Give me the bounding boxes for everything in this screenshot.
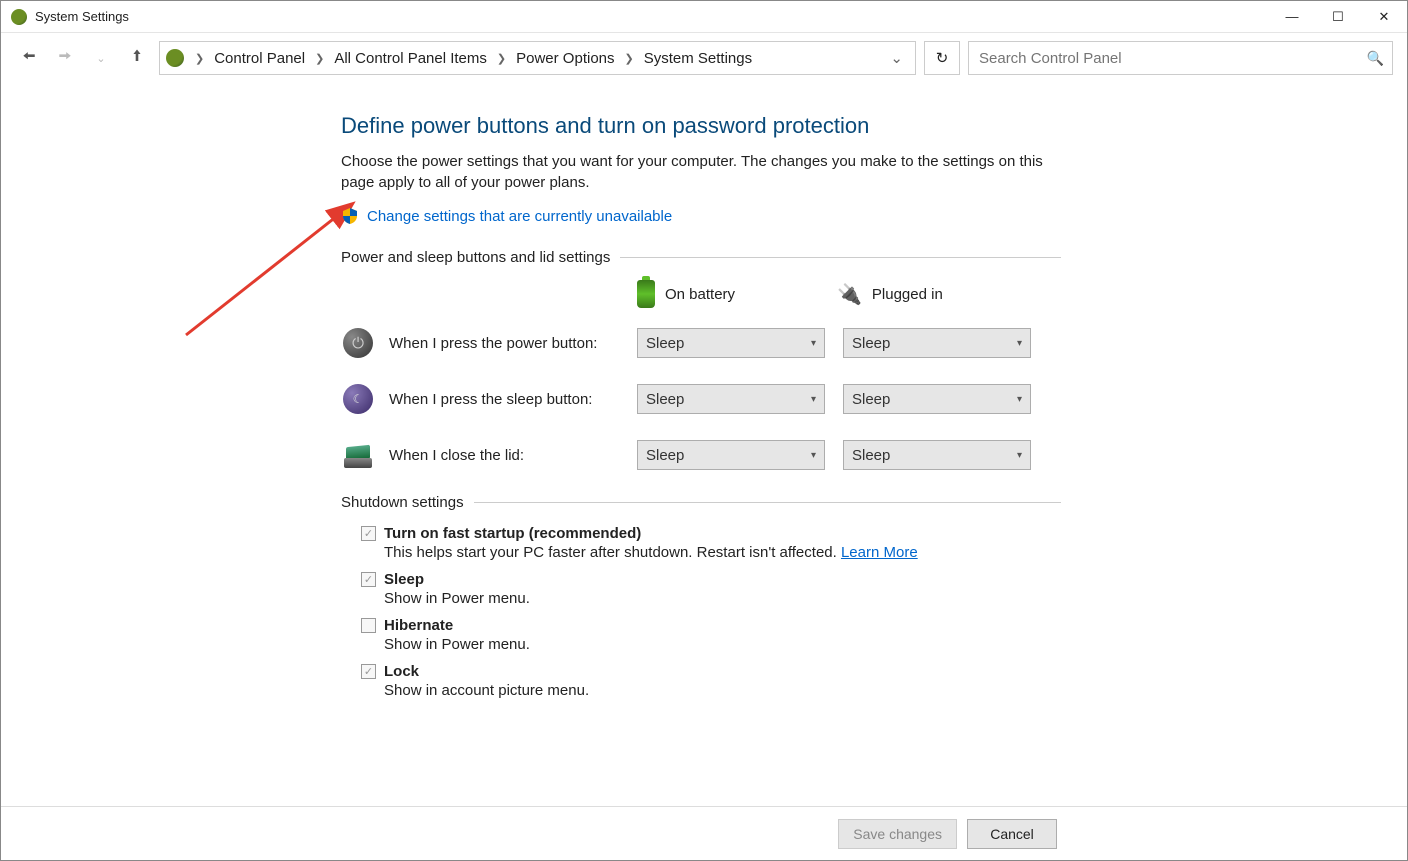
- row-close-lid: When I close the lid: Sleep▾ Sleep▾: [341, 438, 1061, 472]
- change-unavailable-settings-link[interactable]: Change settings that are currently unava…: [367, 208, 672, 225]
- lock-label: Lock: [384, 663, 419, 680]
- section-power-buttons: Power and sleep buttons and lid settings: [341, 249, 1061, 266]
- back-button[interactable]: 🠨: [15, 44, 43, 72]
- annotation-arrow: [176, 195, 366, 345]
- row-power-button: ⏻ When I press the power button: Sleep▾ …: [341, 326, 1061, 360]
- shield-icon: [341, 207, 359, 225]
- row-label: When I press the sleep button:: [389, 391, 637, 408]
- option-hibernate: Hibernate Show in Power menu.: [361, 617, 1061, 653]
- battery-icon: [637, 280, 655, 308]
- lock-checkbox[interactable]: [361, 664, 376, 679]
- sleep-desc: Show in Power menu.: [384, 590, 1061, 607]
- plug-icon: 🔌: [837, 282, 862, 307]
- hibernate-label: Hibernate: [384, 617, 453, 634]
- maximize-button[interactable]: ☐: [1315, 1, 1361, 33]
- divider: [620, 257, 1061, 258]
- sleep-button-battery-select[interactable]: Sleep▾: [637, 384, 825, 414]
- location-icon: [166, 49, 184, 67]
- row-label: When I press the power button:: [389, 335, 637, 352]
- lid-icon: [341, 438, 375, 472]
- address-bar[interactable]: ❯ Control Panel ❯ All Control Panel Item…: [159, 41, 916, 75]
- uac-link-row: Change settings that are currently unava…: [341, 207, 1061, 225]
- option-sleep: Sleep Show in Power menu.: [361, 571, 1061, 607]
- save-changes-button[interactable]: Save changes: [838, 819, 957, 849]
- search-icon: 🔍: [1367, 50, 1384, 67]
- hibernate-checkbox[interactable]: [361, 618, 376, 633]
- search-input[interactable]: [977, 49, 1367, 68]
- breadcrumb-item[interactable]: System Settings: [641, 50, 755, 67]
- recent-locations-button[interactable]: ⌄: [87, 44, 115, 72]
- window-titlebar: System Settings — ☐ ✕: [1, 1, 1407, 33]
- option-fast-startup: Turn on fast startup (recommended) This …: [361, 525, 1061, 561]
- lid-plugged-select[interactable]: Sleep▾: [843, 440, 1031, 470]
- column-on-battery: On battery: [637, 280, 837, 308]
- up-button[interactable]: 🠩: [123, 44, 151, 72]
- column-plugged-in: 🔌 Plugged in: [837, 282, 1037, 307]
- sleep-button-plugged-select[interactable]: Sleep▾: [843, 384, 1031, 414]
- search-box[interactable]: 🔍: [968, 41, 1393, 75]
- power-button-icon: ⏻: [341, 326, 375, 360]
- lid-battery-select[interactable]: Sleep▾: [637, 440, 825, 470]
- footer: Save changes Cancel: [1, 806, 1407, 860]
- sleep-label: Sleep: [384, 571, 424, 588]
- divider: [474, 502, 1061, 503]
- window-title: System Settings: [35, 9, 129, 24]
- minimize-button[interactable]: —: [1269, 1, 1315, 33]
- sleep-button-icon: ☾: [341, 382, 375, 416]
- breadcrumb-item[interactable]: Power Options: [513, 50, 617, 67]
- column-headers: On battery 🔌 Plugged in: [341, 280, 1061, 308]
- chevron-icon: ❯: [312, 52, 327, 65]
- chevron-icon: ❯: [192, 52, 207, 65]
- learn-more-link[interactable]: Learn More: [841, 544, 918, 561]
- fast-startup-checkbox[interactable]: [361, 526, 376, 541]
- row-sleep-button: ☾ When I press the sleep button: Sleep▾ …: [341, 382, 1061, 416]
- power-button-plugged-select[interactable]: Sleep▾: [843, 328, 1031, 358]
- breadcrumb-item[interactable]: Control Panel: [211, 50, 308, 67]
- power-button-battery-select[interactable]: Sleep▾: [637, 328, 825, 358]
- address-dropdown[interactable]: ⌄: [884, 49, 909, 67]
- hibernate-desc: Show in Power menu.: [384, 636, 1061, 653]
- window-controls: — ☐ ✕: [1269, 1, 1407, 33]
- section-shutdown-settings: Shutdown settings: [341, 494, 1061, 511]
- content-area: Define power buttons and turn on passwor…: [1, 83, 1407, 806]
- fast-startup-desc: This helps start your PC faster after sh…: [384, 544, 841, 561]
- cancel-button[interactable]: Cancel: [967, 819, 1057, 849]
- chevron-icon: ❯: [622, 52, 637, 65]
- lock-desc: Show in account picture menu.: [384, 682, 1061, 699]
- option-lock: Lock Show in account picture menu.: [361, 663, 1061, 699]
- row-label: When I close the lid:: [389, 447, 637, 464]
- sleep-checkbox[interactable]: [361, 572, 376, 587]
- app-icon: [11, 9, 27, 25]
- close-button[interactable]: ✕: [1361, 1, 1407, 33]
- refresh-button[interactable]: ↻: [924, 41, 960, 75]
- forward-button[interactable]: 🠪: [51, 44, 79, 72]
- nav-bar: 🠨 🠪 ⌄ 🠩 ❯ Control Panel ❯ All Control Pa…: [1, 33, 1407, 83]
- breadcrumb-item[interactable]: All Control Panel Items: [331, 50, 490, 67]
- chevron-icon: ❯: [494, 52, 509, 65]
- page-heading: Define power buttons and turn on passwor…: [341, 113, 1061, 139]
- fast-startup-label: Turn on fast startup (recommended): [384, 525, 641, 542]
- page-description: Choose the power settings that you want …: [341, 151, 1061, 193]
